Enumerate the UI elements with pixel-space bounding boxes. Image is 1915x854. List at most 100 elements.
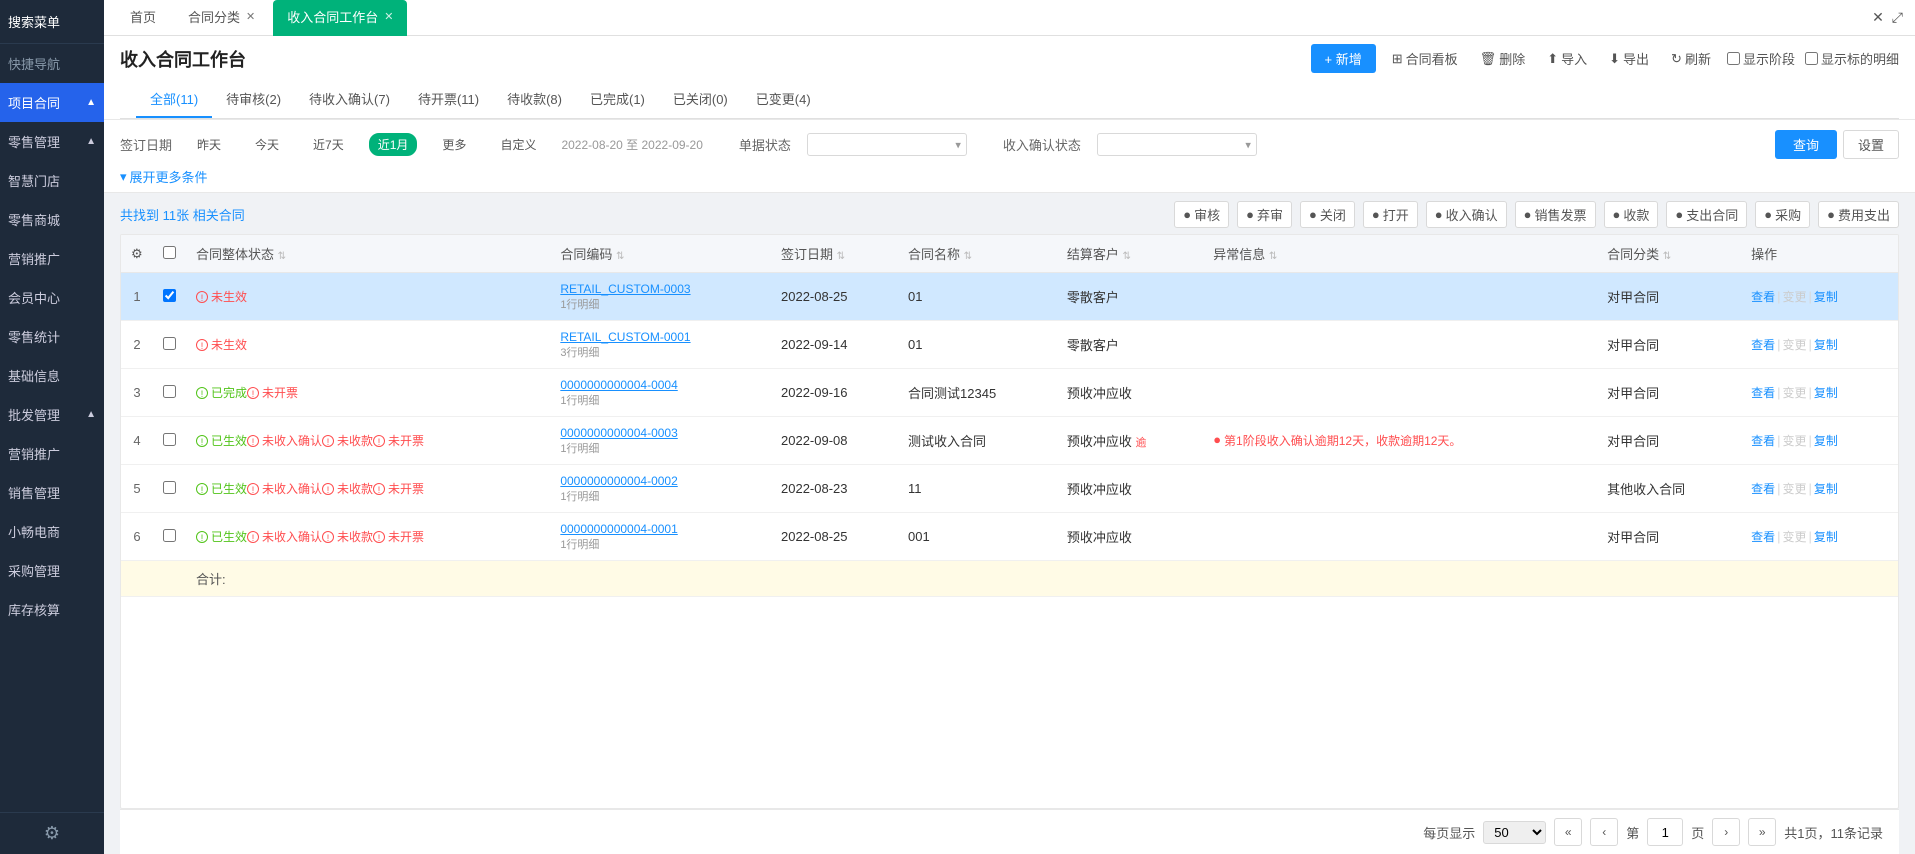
sort-icon-category[interactable]: ⇅ <box>1663 251 1671 262</box>
set-button[interactable]: 设置 <box>1843 130 1899 159</box>
delete-button[interactable]: 🗑 删除 <box>1474 46 1532 71</box>
sort-icon-abnormal[interactable]: ⇅ <box>1269 251 1277 262</box>
next-page-button[interactable]: › <box>1712 818 1740 846</box>
show-detail-checkbox[interactable]: 显示标的明细 <box>1805 49 1899 68</box>
tab-home[interactable]: 首页 <box>116 0 170 36</box>
tab-close-income-workbench[interactable]: ✕ <box>384 10 393 23</box>
action-变更[interactable]: 变更 <box>1782 482 1806 496</box>
sidebar-item-base-info[interactable]: 基础信息 <box>0 356 104 395</box>
page-size-select[interactable]: 50 <box>1483 821 1546 844</box>
filter-tab-closed[interactable]: 已关闭(0) <box>659 81 742 118</box>
toolbar-action-close[interactable]: ● 关闭 <box>1300 201 1355 228</box>
action-变更[interactable]: 变更 <box>1782 338 1806 352</box>
filter-custom[interactable]: 自定义 <box>491 133 545 156</box>
toolbar-action-abandon[interactable]: ● 弃审 <box>1237 201 1292 228</box>
sidebar-item-retail-mgmt[interactable]: 零售管理▲ <box>0 122 104 161</box>
contract-link[interactable]: 0000000000004-0003 <box>560 426 677 440</box>
sidebar-item-inventory[interactable]: 库存核算 <box>0 590 104 629</box>
action-查看[interactable]: 查看 <box>1751 338 1775 352</box>
action-查看[interactable]: 查看 <box>1751 386 1775 400</box>
row-checkbox[interactable] <box>153 417 186 465</box>
show-stage-checkbox[interactable]: 显示阶段 <box>1727 49 1795 68</box>
action-变更[interactable]: 变更 <box>1782 386 1806 400</box>
col-settings[interactable]: ⚙ <box>121 235 153 273</box>
import-button[interactable]: ⬆ 导入 <box>1541 46 1593 71</box>
sidebar-item-retail-mall[interactable]: 零售商城 <box>0 200 104 239</box>
filter-tab-changed[interactable]: 已变更(4) <box>742 81 825 118</box>
contract-link[interactable]: 0000000000004-0004 <box>560 378 677 392</box>
action-变更[interactable]: 变更 <box>1782 290 1806 304</box>
contract-link[interactable]: RETAIL_CUSTOM-0001 <box>560 330 690 344</box>
sidebar-item-wholesale[interactable]: 批发管理▲ <box>0 395 104 434</box>
sidebar-item-marketing[interactable]: 营销推广 <box>0 239 104 278</box>
filter-last1month[interactable]: 近1月 <box>369 133 418 156</box>
query-button[interactable]: 查询 <box>1775 130 1837 159</box>
toolbar-action-sales-invoice[interactable]: ● 销售发票 <box>1515 201 1596 228</box>
kanban-button[interactable]: ⊞ 合同看板 <box>1386 46 1464 71</box>
filter-tab-pending-invoice[interactable]: 待开票(11) <box>404 81 493 118</box>
row-checkbox[interactable] <box>153 513 186 561</box>
action-查看[interactable]: 查看 <box>1751 434 1775 448</box>
first-page-button[interactable]: « <box>1554 818 1582 846</box>
sidebar-search[interactable]: 搜索菜单 <box>0 0 104 44</box>
filter-last7[interactable]: 近7天 <box>304 133 353 156</box>
select-all-checkbox[interactable] <box>163 246 176 259</box>
tab-income-workbench[interactable]: 收入合同工作台✕ <box>273 0 407 36</box>
sidebar-item-mkt-promote[interactable]: 营销推广 <box>0 434 104 473</box>
sidebar-item-sales-mgmt[interactable]: 销售管理 <box>0 473 104 512</box>
toolbar-action-print[interactable]: ● 打开 <box>1363 201 1418 228</box>
income-status-select[interactable] <box>1097 133 1257 156</box>
sidebar-nav[interactable]: 快捷导航 <box>0 44 104 83</box>
contract-link[interactable]: 0000000000004-0001 <box>560 522 677 536</box>
action-变更[interactable]: 变更 <box>1782 434 1806 448</box>
close-icon[interactable]: ✕ <box>1872 9 1884 26</box>
contract-link[interactable]: RETAIL_CUSTOM-0003 <box>560 282 690 296</box>
sidebar-item-purchase[interactable]: 采购管理 <box>0 551 104 590</box>
toolbar-action-income-confirm[interactable]: ● 收入确认 <box>1426 201 1507 228</box>
prev-page-button[interactable]: ‹ <box>1590 818 1618 846</box>
toolbar-action-payment[interactable]: ● 收款 <box>1604 201 1659 228</box>
toolbar-action-cost-out[interactable]: ● 费用支出 <box>1818 201 1899 228</box>
contract-link[interactable]: 0000000000004-0002 <box>560 474 677 488</box>
sidebar-item-xiaochang[interactable]: 小畅电商 <box>0 512 104 551</box>
action-复制[interactable]: 复制 <box>1814 338 1838 352</box>
action-复制[interactable]: 复制 <box>1814 386 1838 400</box>
doc-status-select[interactable] <box>807 133 967 156</box>
filter-tab-completed[interactable]: 已完成(1) <box>576 81 659 118</box>
filter-tab-all[interactable]: 全部(11) <box>136 81 212 118</box>
filter-more[interactable]: 更多 <box>433 133 475 156</box>
row-checkbox[interactable] <box>153 369 186 417</box>
toolbar-action-review[interactable]: ● 审核 <box>1174 201 1229 228</box>
action-复制[interactable]: 复制 <box>1814 434 1838 448</box>
row-checkbox[interactable] <box>153 465 186 513</box>
sidebar-item-project[interactable]: 项目合同▲ <box>0 83 104 122</box>
sort-icon-status[interactable]: ⇅ <box>278 251 286 262</box>
sidebar-item-smart-store[interactable]: 智慧门店 <box>0 161 104 200</box>
refresh-button[interactable]: ↻ 刷新 <box>1665 46 1717 71</box>
action-变更[interactable]: 变更 <box>1782 530 1806 544</box>
toolbar-action-purchase[interactable]: ● 采购 <box>1755 201 1810 228</box>
action-复制[interactable]: 复制 <box>1814 482 1838 496</box>
filter-tab-pending-income[interactable]: 待收入确认(7) <box>295 81 404 118</box>
action-复制[interactable]: 复制 <box>1814 530 1838 544</box>
sort-icon-name[interactable]: ⇅ <box>964 251 972 262</box>
tab-contract-type[interactable]: 合同分类✕ <box>174 0 269 36</box>
filter-today[interactable]: 今天 <box>246 133 288 156</box>
sort-icon-date[interactable]: ⇅ <box>837 251 845 262</box>
filter-tab-pending-review[interactable]: 待审核(2) <box>212 81 295 118</box>
sort-icon-code[interactable]: ⇅ <box>616 251 624 262</box>
add-button[interactable]: + 新增 <box>1311 44 1376 73</box>
sidebar-settings[interactable]: ⚙ <box>0 812 104 854</box>
last-page-button[interactable]: » <box>1748 818 1776 846</box>
sidebar-item-member[interactable]: 会员中心 <box>0 278 104 317</box>
sort-icon-customer[interactable]: ⇅ <box>1123 251 1131 262</box>
filter-yesterday[interactable]: 昨天 <box>188 133 230 156</box>
row-checkbox[interactable] <box>153 273 186 321</box>
action-查看[interactable]: 查看 <box>1751 530 1775 544</box>
export-button[interactable]: ⬇ 导出 <box>1603 46 1655 71</box>
row-checkbox[interactable] <box>153 321 186 369</box>
expand-conditions[interactable]: ▾ 展开更多条件 <box>120 167 208 186</box>
tab-close-contract-type[interactable]: ✕ <box>246 10 255 23</box>
filter-tab-pending-payment[interactable]: 待收款(8) <box>493 81 576 118</box>
action-查看[interactable]: 查看 <box>1751 482 1775 496</box>
